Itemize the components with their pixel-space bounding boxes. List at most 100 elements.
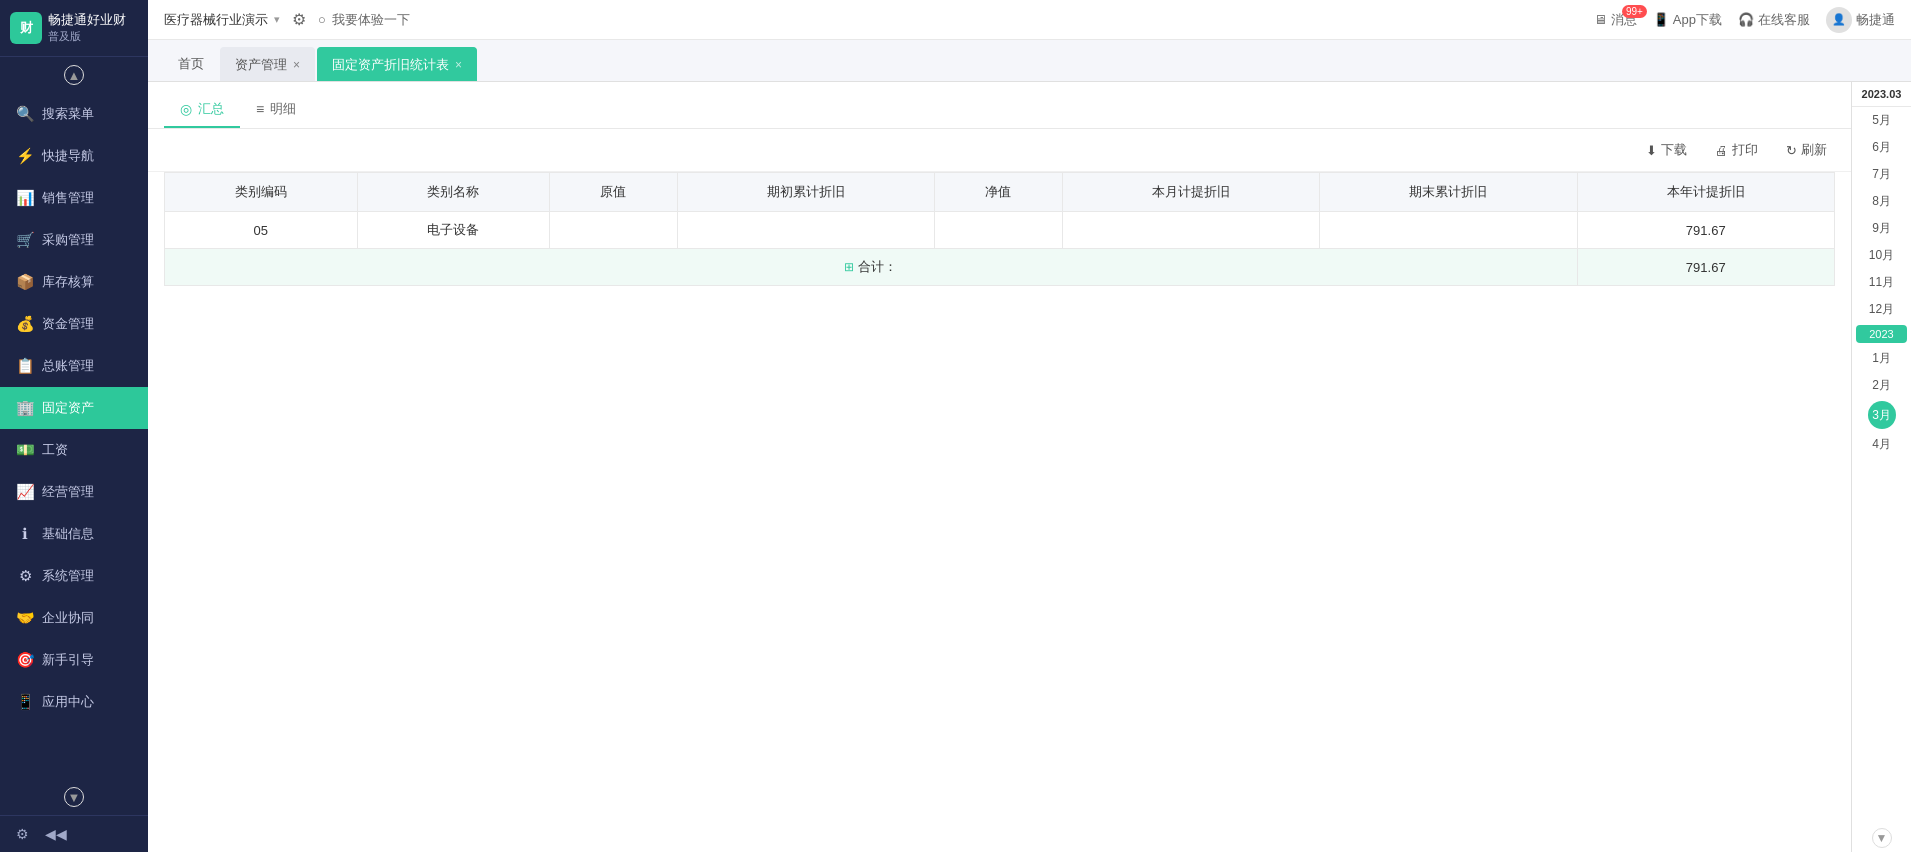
sidebar-item-label: 搜索菜单 bbox=[42, 105, 94, 123]
app-name: 畅捷通好业财 bbox=[48, 12, 126, 29]
message-button[interactable]: 🖥 消息 99+ bbox=[1594, 11, 1637, 29]
sidebar-item-ledger[interactable]: 📋 总账管理 bbox=[0, 345, 148, 387]
cell-code: 05 bbox=[165, 212, 358, 249]
date-year-2023[interactable]: 2023 bbox=[1856, 325, 1907, 343]
sidebar-scroll: 🔍 搜索菜单 ⚡ 快捷导航 📊 销售管理 🛒 采购管理 📦 库存核算 💰 资金管… bbox=[0, 93, 148, 779]
date-month-9[interactable]: 9月 bbox=[1852, 215, 1911, 242]
experience-icon: ○ bbox=[318, 12, 326, 27]
depreciation-table: 类别编码 类别名称 原值 期初累计折旧 净值 本月计提折旧 期末累计折旧 本年计… bbox=[164, 172, 1835, 286]
sidebar-item-operations[interactable]: 📈 经营管理 bbox=[0, 471, 148, 513]
sidebar-item-label: 总账管理 bbox=[42, 357, 94, 375]
settings-bottom-icon[interactable]: ⚙ bbox=[16, 826, 29, 842]
date-month-2[interactable]: 2月 bbox=[1852, 372, 1911, 399]
sidebar-item-label: 基础信息 bbox=[42, 525, 94, 543]
sidebar-item-payroll[interactable]: 💵 工资 bbox=[0, 429, 148, 471]
sidebar-item-label: 工资 bbox=[42, 441, 68, 459]
date-month-11[interactable]: 11月 bbox=[1852, 269, 1911, 296]
total-annual: 791.67 bbox=[1577, 249, 1835, 286]
subtab-summary-label: 汇总 bbox=[198, 100, 224, 118]
date-month-6[interactable]: 6月 bbox=[1852, 134, 1911, 161]
date-month-7[interactable]: 7月 bbox=[1852, 161, 1911, 188]
sidebar-item-cooperation[interactable]: 🤝 企业协同 bbox=[0, 597, 148, 639]
sidebar-item-funds[interactable]: 💰 资金管理 bbox=[0, 303, 148, 345]
operations-icon: 📈 bbox=[16, 483, 34, 501]
sidebar-item-label: 库存核算 bbox=[42, 273, 94, 291]
sidebar-scroll-up[interactable]: ▲ bbox=[64, 65, 84, 85]
print-label: 打印 bbox=[1732, 141, 1758, 159]
company-selector[interactable]: 医疗器械行业演示 ▾ bbox=[164, 11, 280, 29]
sidebar-item-label: 采购管理 bbox=[42, 231, 94, 249]
topbar-right: 🖥 消息 99+ 📱 App下载 🎧 在线客服 👤 畅捷通 bbox=[1594, 7, 1895, 33]
total-label-cell: ⊞ 合计： bbox=[165, 249, 1578, 286]
customer-service-button[interactable]: 🎧 在线客服 bbox=[1738, 11, 1810, 29]
table-total-row: ⊞ 合计： 791.67 bbox=[165, 249, 1835, 286]
date-month-10[interactable]: 10月 bbox=[1852, 242, 1911, 269]
refresh-icon: ↻ bbox=[1786, 143, 1797, 158]
sidebar-item-basic-info[interactable]: ℹ 基础信息 bbox=[0, 513, 148, 555]
sidebar-item-fixed-assets[interactable]: 🏢 固定资产 bbox=[0, 387, 148, 429]
subtab-detail[interactable]: ≡ 明细 bbox=[240, 92, 312, 128]
tab-asset-management-close[interactable]: × bbox=[293, 58, 300, 72]
cell-name: 电子设备 bbox=[357, 212, 550, 249]
experience-button[interactable]: ○ 我要体验一下 bbox=[318, 11, 410, 29]
sidebar-item-system[interactable]: ⚙ 系统管理 bbox=[0, 555, 148, 597]
print-button[interactable]: 🖨 打印 bbox=[1707, 137, 1766, 163]
sidebar-item-inventory[interactable]: 📦 库存核算 bbox=[0, 261, 148, 303]
total-label: 合计： bbox=[858, 258, 897, 276]
sidebar-logo: 财 畅捷通好业财 普及版 bbox=[0, 0, 148, 57]
col-header-net: 净值 bbox=[935, 173, 1063, 212]
col-header-monthly-dep: 本月计提折旧 bbox=[1062, 173, 1320, 212]
user-name: 畅捷通 bbox=[1856, 11, 1895, 29]
cell-monthly bbox=[1062, 212, 1320, 249]
date-scroll-down[interactable]: ▼ bbox=[1872, 828, 1892, 848]
tab-home-label: 首页 bbox=[178, 55, 204, 73]
tab-depreciation-label: 固定资产折旧统计表 bbox=[332, 56, 449, 74]
avatar: 👤 bbox=[1826, 7, 1852, 33]
sidebar-item-guide[interactable]: 🎯 新手引导 bbox=[0, 639, 148, 681]
download-button[interactable]: ⬇ 下载 bbox=[1638, 137, 1695, 163]
sidebar-bottom: ⚙ ◀◀ bbox=[0, 815, 148, 852]
tab-home[interactable]: 首页 bbox=[164, 47, 218, 81]
sidebar-item-label: 固定资产 bbox=[42, 399, 94, 417]
tab-asset-management[interactable]: 资产管理 × bbox=[220, 47, 315, 81]
toolbar: ⬇ 下载 🖨 打印 ↻ 刷新 bbox=[148, 129, 1851, 172]
system-icon: ⚙ bbox=[16, 567, 34, 585]
sidebar: 财 畅捷通好业财 普及版 ▲ 🔍 搜索菜单 ⚡ 快捷导航 📊 销售管理 🛒 采购… bbox=[0, 0, 148, 852]
subtab-summary[interactable]: ◎ 汇总 bbox=[164, 92, 240, 128]
date-month-5[interactable]: 5月 bbox=[1852, 107, 1911, 134]
customer-service-label: 在线客服 bbox=[1758, 11, 1810, 29]
summary-icon: ◎ bbox=[180, 101, 192, 117]
date-month-3-current[interactable]: 3月 bbox=[1868, 401, 1896, 429]
collapse-icon[interactable]: ◀◀ bbox=[45, 826, 67, 842]
sidebar-item-label: 新手引导 bbox=[42, 651, 94, 669]
table-wrap: 类别编码 类别名称 原值 期初累计折旧 净值 本月计提折旧 期末累计折旧 本年计… bbox=[148, 172, 1851, 852]
app-download-button[interactable]: 📱 App下载 bbox=[1653, 11, 1722, 29]
cell-period bbox=[1320, 212, 1578, 249]
user-menu[interactable]: 👤 畅捷通 bbox=[1826, 7, 1895, 33]
date-month-4[interactable]: 4月 bbox=[1852, 431, 1911, 458]
sidebar-item-sales[interactable]: 📊 销售管理 bbox=[0, 177, 148, 219]
sidebar-item-purchase[interactable]: 🛒 采购管理 bbox=[0, 219, 148, 261]
date-panel-scroll[interactable]: 5月 6月 7月 8月 9月 10月 11月 12月 2023 1月 2月 3月… bbox=[1852, 107, 1911, 824]
sidebar-item-label: 应用中心 bbox=[42, 693, 94, 711]
company-name: 医疗器械行业演示 bbox=[164, 11, 268, 29]
message-icon: 🖥 bbox=[1594, 12, 1607, 27]
tab-depreciation-close[interactable]: × bbox=[455, 58, 462, 72]
detail-icon: ≡ bbox=[256, 101, 264, 117]
sidebar-scroll-down[interactable]: ▼ bbox=[64, 787, 84, 807]
sidebar-item-label: 资金管理 bbox=[42, 315, 94, 333]
tab-depreciation-table[interactable]: 固定资产折旧统计表 × bbox=[317, 47, 477, 81]
col-header-name: 类别名称 bbox=[357, 173, 550, 212]
sidebar-item-quick-nav[interactable]: ⚡ 快捷导航 bbox=[0, 135, 148, 177]
building-icon: 🏢 bbox=[16, 399, 34, 417]
date-month-8[interactable]: 8月 bbox=[1852, 188, 1911, 215]
sidebar-item-app-center[interactable]: 📱 应用中心 bbox=[0, 681, 148, 723]
col-header-initial-dep: 期初累计折旧 bbox=[677, 173, 935, 212]
expand-icon[interactable]: ⊞ bbox=[844, 260, 854, 274]
date-month-12[interactable]: 12月 bbox=[1852, 296, 1911, 323]
message-badge: 99+ bbox=[1622, 5, 1647, 18]
topbar-settings-icon[interactable]: ⚙ bbox=[292, 10, 306, 29]
date-month-1[interactable]: 1月 bbox=[1852, 345, 1911, 372]
refresh-button[interactable]: ↻ 刷新 bbox=[1778, 137, 1835, 163]
sidebar-item-search[interactable]: 🔍 搜索菜单 bbox=[0, 93, 148, 135]
